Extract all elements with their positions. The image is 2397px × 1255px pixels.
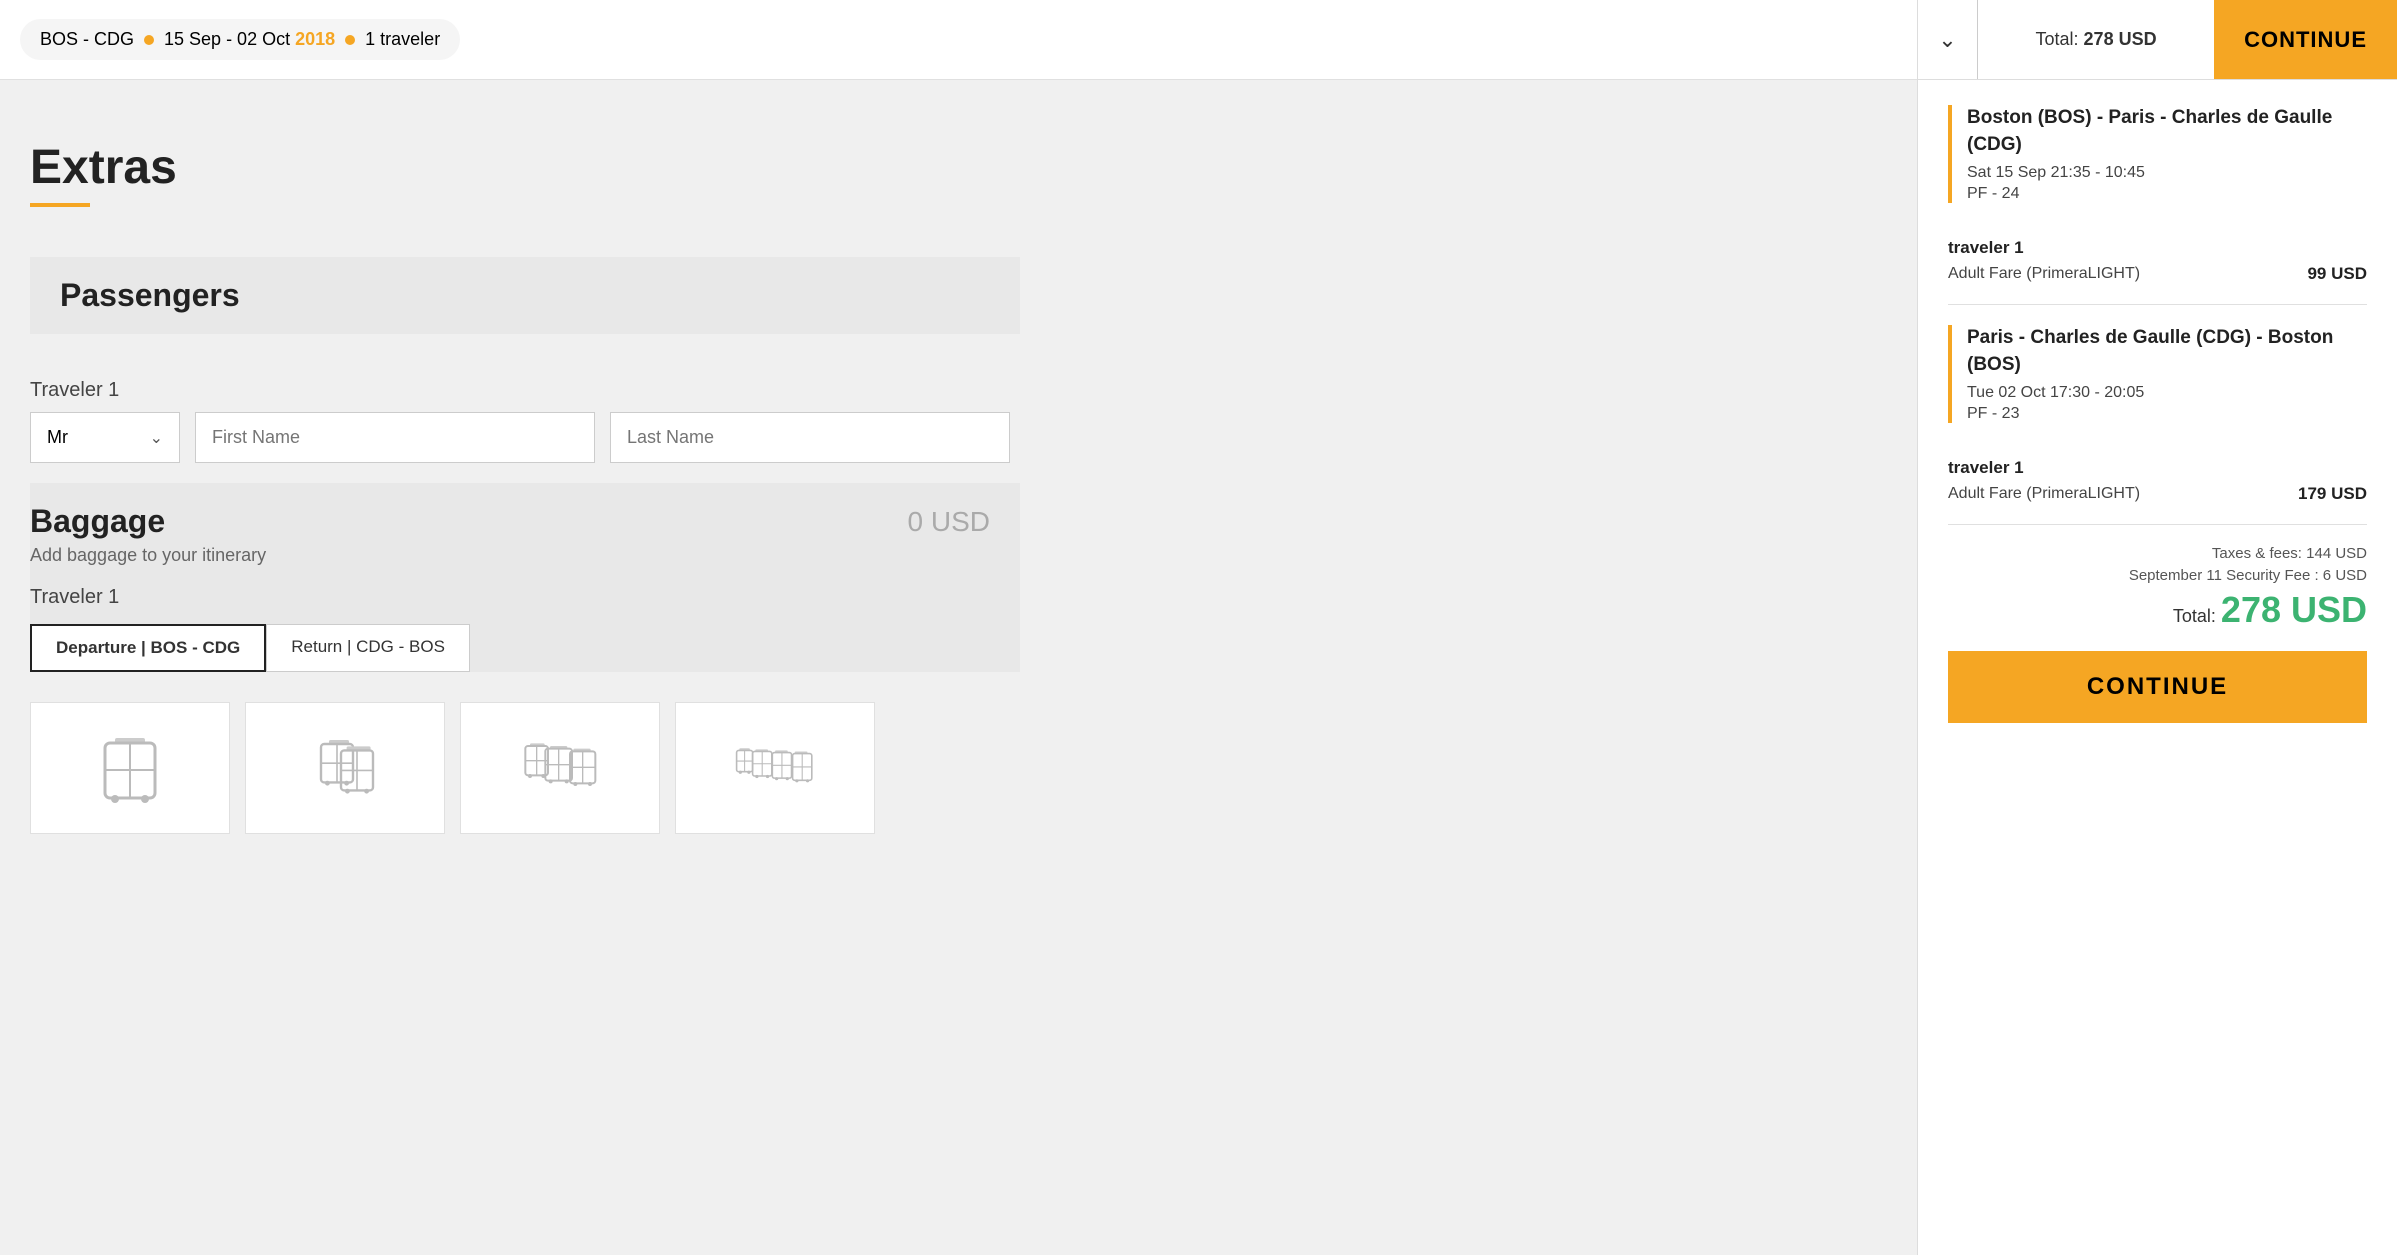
- flight-2-route: Paris - Charles de Gaulle (CDG) - Boston…: [1967, 325, 2367, 378]
- flight-1-fare: traveler 1 Adult Fare (PrimeraLIGHT) 99 …: [1948, 223, 2367, 284]
- chevron-down-icon: ⌄: [150, 428, 163, 448]
- divider-2: [1948, 524, 2367, 525]
- trip-travelers: 1 traveler: [365, 29, 440, 50]
- panel-body: Boston (BOS) - Paris - Charles de Gaulle…: [1918, 80, 2397, 748]
- baggage-header: Baggage 0 USD: [30, 503, 990, 540]
- flight-1-fare-price: 99 USD: [2307, 264, 2367, 284]
- luggage-icon-1: [305, 723, 385, 813]
- taxes-fees: Taxes & fees: 144 USD: [1948, 545, 2367, 562]
- baggage-subtitle: Add baggage to your itinerary: [30, 545, 990, 566]
- flight-1-code: PF - 24: [1967, 185, 2367, 203]
- panel-continue-bottom-button[interactable]: CONTINUE: [1948, 651, 2367, 723]
- baggage-option-1[interactable]: [245, 702, 445, 834]
- baggage-items-row: [30, 692, 1020, 844]
- extras-section: Extras: [30, 110, 1020, 257]
- tab-return[interactable]: Return | CDG - BOS: [266, 624, 470, 672]
- first-name-input[interactable]: [195, 412, 595, 463]
- baggage-bg: Baggage 0 USD Add baggage to your itiner…: [30, 483, 1020, 672]
- panel-header: ⌄ Total: 278 USD CONTINUE: [1918, 0, 2397, 80]
- baggage-price: 0 USD: [908, 506, 990, 538]
- flight-2-fare-price: 179 USD: [2298, 484, 2367, 504]
- title-dropdown[interactable]: Mr ⌄: [30, 412, 180, 463]
- flight-block-1: Boston (BOS) - Paris - Charles de Gaulle…: [1948, 105, 2367, 203]
- baggage-option-2[interactable]: [460, 702, 660, 834]
- flight-2-fare-type: Adult Fare (PrimeraLIGHT): [1948, 485, 2140, 503]
- panel-total-label: Total: 278 USD: [1978, 29, 2214, 50]
- luggage-icon-2: [520, 723, 600, 813]
- traveler-1-label: Traveler 1: [30, 379, 1020, 402]
- flight-2-traveler: traveler 1: [1948, 458, 2367, 478]
- flight-2-fare-row: Adult Fare (PrimeraLIGHT) 179 USD: [1948, 484, 2367, 504]
- dot-separator-1: [144, 35, 154, 45]
- trip-route: BOS - CDG: [40, 29, 134, 50]
- baggage-option-0[interactable]: [30, 702, 230, 834]
- baggage-title: Baggage: [30, 503, 165, 540]
- luggage-icon-3: [735, 723, 815, 813]
- total-row: Total: 278 USD: [1948, 589, 2367, 631]
- flight-2-code: PF - 23: [1967, 405, 2367, 423]
- luggage-icon-0: [90, 723, 170, 813]
- baggage-option-3[interactable]: [675, 702, 875, 834]
- flight-block-2: Paris - Charles de Gaulle (CDG) - Boston…: [1948, 325, 2367, 423]
- panel-continue-top-button[interactable]: CONTINUE: [2214, 0, 2397, 79]
- trip-info: BOS - CDG 15 Sep - 02 Oct 2018 1 travele…: [20, 19, 460, 60]
- flight-1-route: Boston (BOS) - Paris - Charles de Gaulle…: [1967, 105, 2367, 158]
- extras-underline: [30, 203, 90, 207]
- passengers-section: Passengers: [30, 257, 1020, 334]
- trip-dates: 15 Sep - 02 Oct 2018: [164, 29, 335, 50]
- flight-2-time: Tue 02 Oct 17:30 - 20:05: [1967, 384, 2367, 402]
- security-fee: September 11 Security Fee : 6 USD: [1948, 567, 2367, 584]
- flight-1-time: Sat 15 Sep 21:35 - 10:45: [1967, 164, 2367, 182]
- flight-1-traveler: traveler 1: [1948, 238, 2367, 258]
- sidebar-panel: ⌄ Total: 278 USD CONTINUE Boston (BOS) -…: [1917, 0, 2397, 1255]
- flight-1-fare-row: Adult Fare (PrimeraLIGHT) 99 USD: [1948, 264, 2367, 284]
- baggage-tabs: Departure | BOS - CDG Return | CDG - BOS: [30, 624, 990, 672]
- last-name-input[interactable]: [610, 412, 1010, 463]
- baggage-traveler-label: Traveler 1: [30, 586, 990, 609]
- passenger-fields: Mr ⌄: [30, 412, 1020, 463]
- divider-1: [1948, 304, 2367, 305]
- passengers-title: Passengers: [60, 277, 990, 314]
- panel-chevron-button[interactable]: ⌄: [1918, 0, 1978, 79]
- total-big-amount: 278 USD: [2221, 589, 2367, 630]
- flight-2-fare: traveler 1 Adult Fare (PrimeraLIGHT) 179…: [1948, 443, 2367, 504]
- main-content: Extras Passengers Traveler 1 Mr ⌄ Baggag…: [0, 80, 1050, 874]
- flight-1-fare-type: Adult Fare (PrimeraLIGHT): [1948, 265, 2140, 283]
- passenger-form: Traveler 1 Mr ⌄: [30, 354, 1020, 483]
- dot-separator-2: [345, 35, 355, 45]
- tab-departure[interactable]: Departure | BOS - CDG: [30, 624, 266, 672]
- extras-title: Extras: [30, 140, 990, 195]
